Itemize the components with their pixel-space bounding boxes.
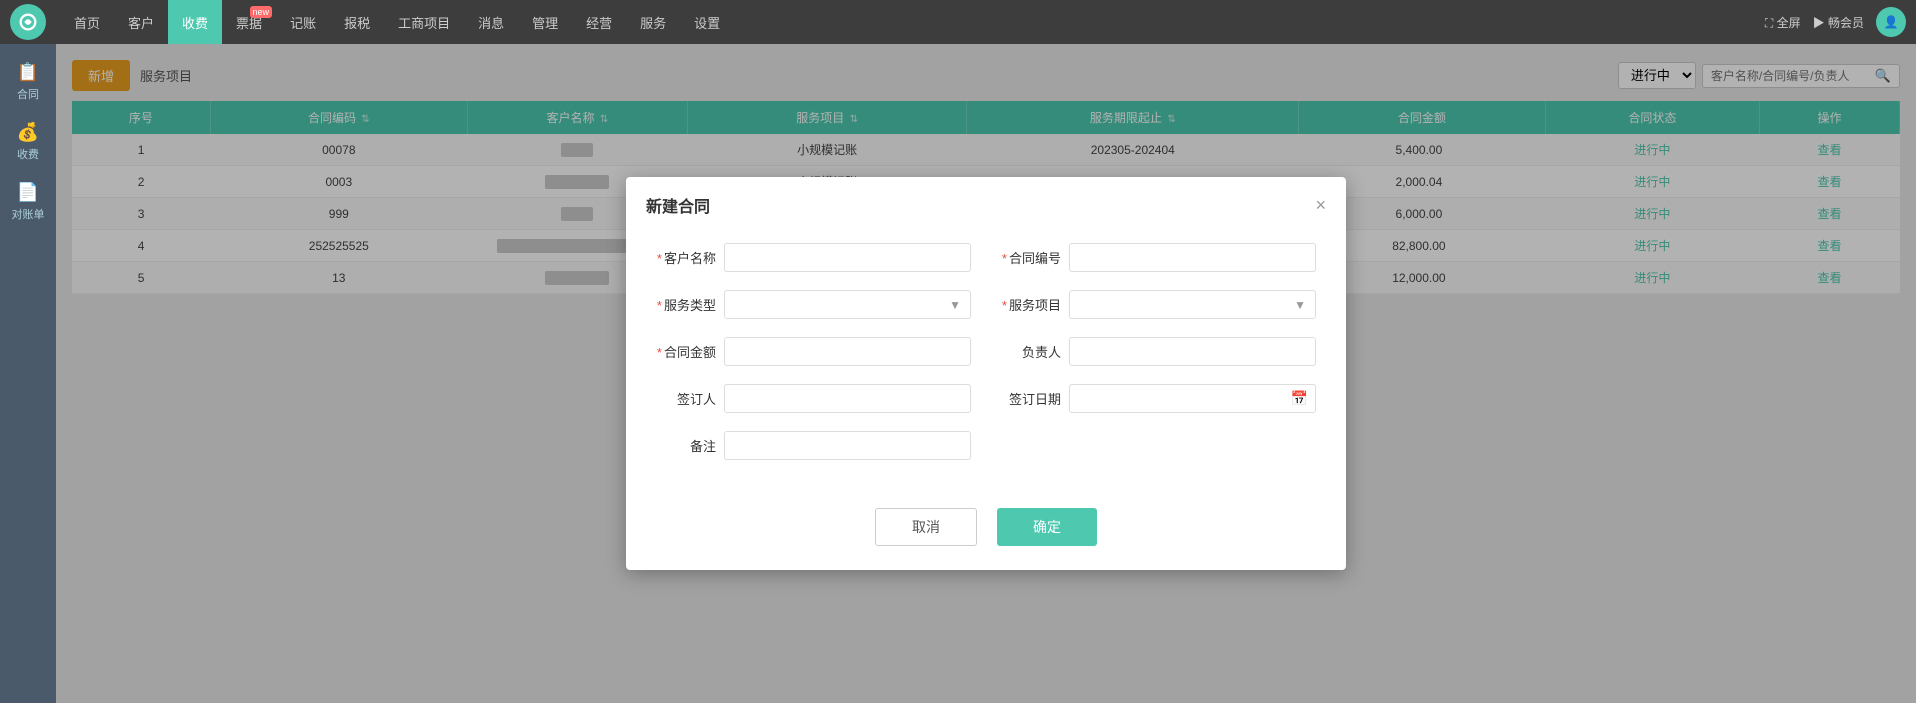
top-nav-right: ⛶ 全屏 ▶ 畅会员 👤 (1765, 7, 1906, 37)
modal-close-button[interactable]: × (1315, 196, 1326, 214)
modal-body: *客户名称 *合同编号 (626, 227, 1346, 498)
modal-header: 新建合同 × (626, 177, 1346, 227)
sidebar-item-contract[interactable]: 📋 合同 (3, 54, 53, 110)
sidebar: 📋 合同 💰 收费 📄 对账单 (0, 44, 56, 703)
membership-btn[interactable]: ▶ 畅会员 (1813, 14, 1864, 31)
nav-messages[interactable]: 消息 (464, 0, 518, 44)
required-star-3: * (657, 298, 662, 313)
nav-business[interactable]: 工商项目 (384, 0, 464, 44)
field-service-type: *服务类型 ▼ (656, 290, 971, 319)
contract-no-label: *合同编号 (1001, 248, 1061, 267)
statement-icon: 📄 (17, 182, 39, 203)
content-area: 新增 服务项目 进行中 已完成 已终止 🔍 序号 合同编码 ⇅ (56, 44, 1916, 703)
required-star: * (657, 251, 662, 266)
service-item-label: *服务项目 (1001, 295, 1061, 314)
nav-operations[interactable]: 经营 (572, 0, 626, 44)
field-remark: 备注 (656, 431, 971, 460)
service-type-select[interactable] (724, 290, 971, 319)
service-type-wrap: ▼ (724, 290, 971, 319)
service-item-wrap: ▼ (1069, 290, 1316, 319)
nav-fees[interactable]: 收费 (168, 0, 222, 44)
customer-name-input[interactable] (724, 243, 971, 272)
form-row-2: *服务类型 ▼ *服务项目 (656, 290, 1316, 319)
sidebar-label-statement: 对账单 (12, 206, 45, 222)
required-star-2: * (1002, 251, 1007, 266)
nav-home[interactable]: 首页 (60, 0, 114, 44)
field-contract-no: *合同编号 (1001, 243, 1316, 272)
form-row-1: *客户名称 *合同编号 (656, 243, 1316, 272)
required-star-4: * (1002, 298, 1007, 313)
app-logo (10, 4, 46, 40)
top-navigation: 首页 客户 收费 票据 new 记账 报税 工商项目 消息 管理 经营 服务 设… (0, 0, 1916, 44)
cancel-button[interactable]: 取消 (875, 508, 977, 546)
fullscreen-btn[interactable]: ⛶ 全屏 (1765, 14, 1801, 31)
service-item-select[interactable] (1069, 290, 1316, 319)
field-service-item: *服务项目 ▼ (1001, 290, 1316, 319)
remark-label: 备注 (656, 436, 716, 455)
nav-accounting[interactable]: 记账 (276, 0, 330, 44)
nav-settings[interactable]: 设置 (680, 0, 734, 44)
field-signer: 签订人 (656, 384, 971, 413)
nav-invoice[interactable]: 票据 new (222, 0, 276, 44)
contract-icon: 📋 (17, 62, 39, 83)
contract-amount-label: *合同金额 (656, 342, 716, 361)
nav-services[interactable]: 服务 (626, 0, 680, 44)
user-avatar[interactable]: 👤 (1876, 7, 1906, 37)
contract-no-input[interactable] (1069, 243, 1316, 272)
sign-date-input[interactable]: 2023-06-06 (1069, 384, 1316, 413)
responsible-input[interactable] (1069, 337, 1316, 366)
remark-input[interactable] (724, 431, 971, 460)
modal-footer: 取消 确定 (626, 498, 1346, 570)
sidebar-item-fees[interactable]: 💰 收费 (3, 114, 53, 170)
sidebar-item-statement[interactable]: 📄 对账单 (3, 174, 53, 230)
sidebar-label-fees: 收费 (17, 146, 39, 162)
field-responsible: 负责人 (1001, 337, 1316, 366)
form-row-5: 备注 (656, 431, 1316, 460)
signer-label: 签订人 (656, 389, 716, 408)
nav-client[interactable]: 客户 (114, 0, 168, 44)
modal-title: 新建合同 (646, 193, 710, 217)
nav-manage[interactable]: 管理 (518, 0, 572, 44)
contract-amount-input[interactable]: 0.00 (724, 337, 971, 366)
field-contract-amount: *合同金额 0.00 (656, 337, 971, 366)
new-contract-modal: 新建合同 × *客户名称 *合同编号 (626, 177, 1346, 570)
nav-tax[interactable]: 报税 (330, 0, 384, 44)
confirm-button[interactable]: 确定 (997, 508, 1097, 546)
modal-overlay: 新建合同 × *客户名称 *合同编号 (56, 44, 1916, 703)
required-star-5: * (657, 345, 662, 360)
signer-input[interactable] (724, 384, 971, 413)
sidebar-label-contract: 合同 (17, 86, 39, 102)
calendar-icon[interactable]: 📅 (1291, 390, 1308, 407)
field-customer-name: *客户名称 (656, 243, 971, 272)
customer-name-label: *客户名称 (656, 248, 716, 267)
form-row-4: 签订人 签订日期 2023-06-06 📅 (656, 384, 1316, 413)
service-type-label: *服务类型 (656, 295, 716, 314)
form-row-3: *合同金额 0.00 负责人 (656, 337, 1316, 366)
sign-date-label: 签订日期 (1001, 389, 1061, 408)
sign-date-wrap: 2023-06-06 📅 (1069, 384, 1316, 413)
main-layout: 📋 合同 💰 收费 📄 对账单 新增 服务项目 进行中 已完成 已终止 (0, 44, 1916, 703)
new-badge: new (250, 6, 273, 18)
fees-icon: 💰 (17, 122, 39, 143)
responsible-label: 负责人 (1001, 342, 1061, 361)
field-sign-date: 签订日期 2023-06-06 📅 (1001, 384, 1316, 413)
